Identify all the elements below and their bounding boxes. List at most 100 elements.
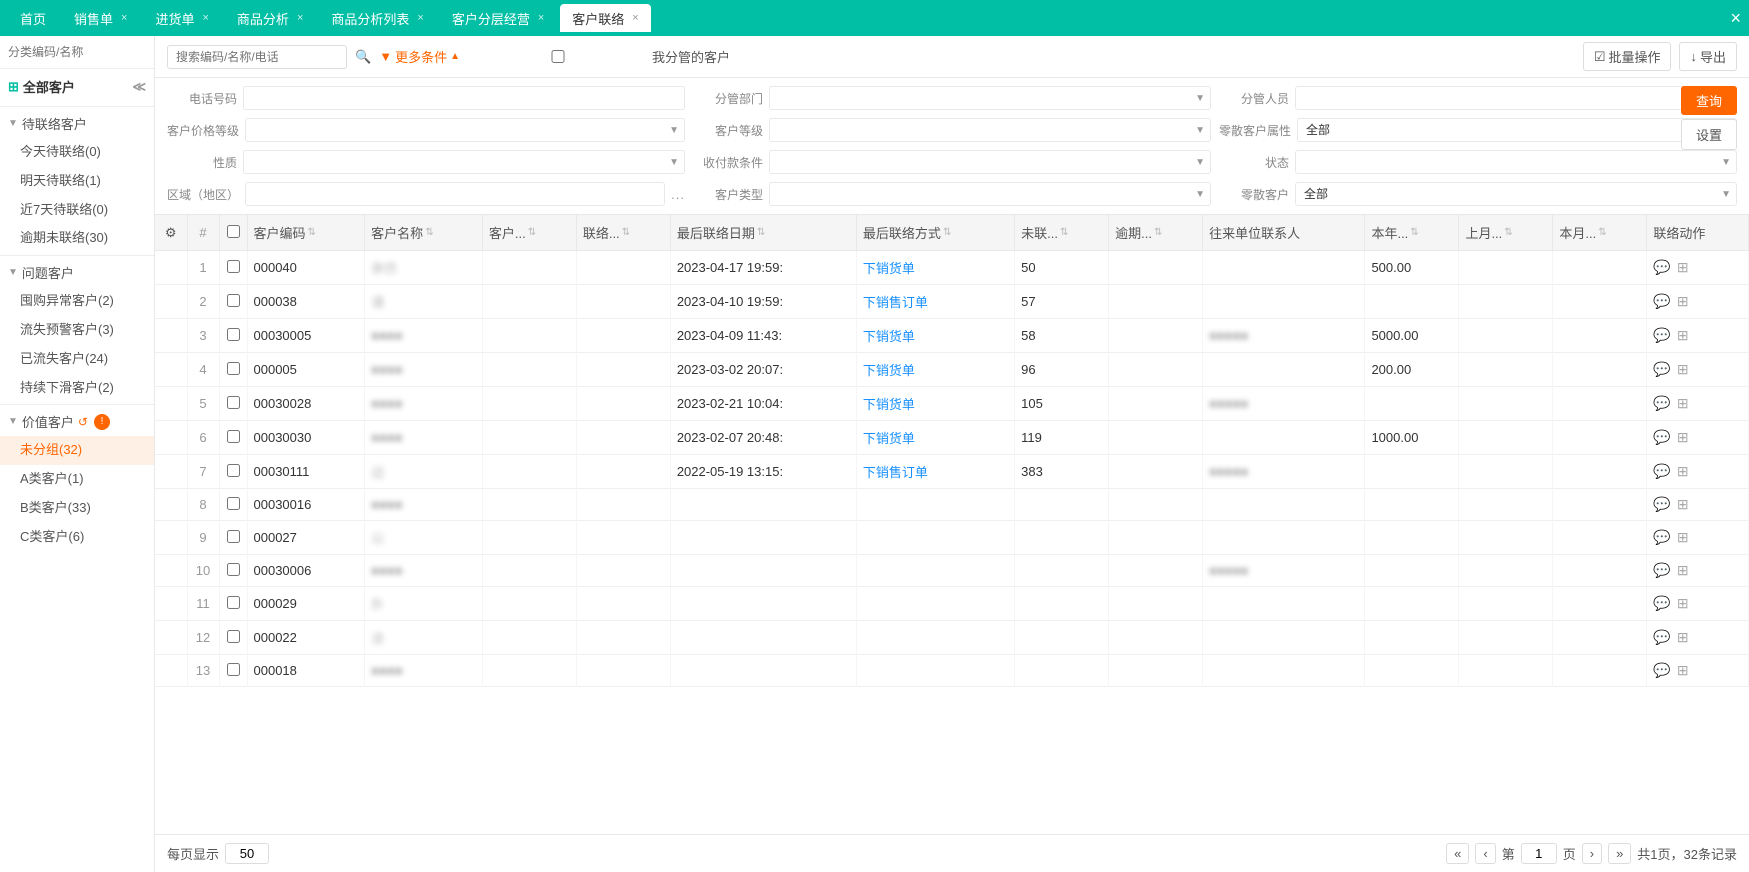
row-check-5[interactable] <box>219 421 247 455</box>
action-grid-icon-1[interactable]: ⊞ <box>1677 293 1689 310</box>
last-type-link-6[interactable]: 下销售订单 <box>863 465 928 480</box>
staff-select[interactable] <box>1295 86 1717 110</box>
customer-level-select[interactable] <box>769 118 1211 142</box>
payment-select[interactable] <box>769 150 1211 174</box>
col-settings[interactable]: ⚙ <box>155 215 187 251</box>
action-chat-icon-1[interactable]: 💬 <box>1653 293 1670 310</box>
row-checkbox-1[interactable] <box>227 294 240 307</box>
sidebar-item-class-b[interactable]: B类客户(33) <box>0 494 154 523</box>
action-grid-icon-0[interactable]: ⊞ <box>1677 259 1689 276</box>
collapse-icon[interactable]: ≪ <box>132 79 146 95</box>
row-check-12[interactable] <box>219 655 247 687</box>
row-last-type-5[interactable]: 下销货单 <box>856 421 1014 455</box>
close-purchase-icon[interactable]: × <box>202 12 208 24</box>
my-customers-checkbox[interactable]: 我分管的客户 <box>468 47 730 66</box>
tab-customer-mgr[interactable]: 客户分层经营 × <box>440 4 556 32</box>
action-chat-icon-7[interactable]: 💬 <box>1653 496 1670 513</box>
first-page-button[interactable]: « <box>1446 843 1469 864</box>
row-check-1[interactable] <box>219 285 247 319</box>
row-checkbox-8[interactable] <box>227 530 240 543</box>
phone-input[interactable] <box>243 86 685 110</box>
col-name[interactable]: 客户名称⇅ <box>365 215 483 251</box>
row-last-type-3[interactable]: 下销货单 <box>856 353 1014 387</box>
sidebar-search-input[interactable] <box>8 45 155 59</box>
batch-ops-button[interactable]: ☑ 批量操作 <box>1583 42 1672 71</box>
action-grid-icon-12[interactable]: ⊞ <box>1677 662 1689 679</box>
sidebar-item-churn-warning[interactable]: 流失预警客户(3) <box>0 316 154 345</box>
tab-sales[interactable]: 销售单 × <box>62 4 139 32</box>
sidebar-item-hoard[interactable]: 囤购异常客户(2) <box>0 287 154 316</box>
row-check-11[interactable] <box>219 621 247 655</box>
col-uncontacted[interactable]: 未联...⇅ <box>1015 215 1109 251</box>
row-checkbox-7[interactable] <box>227 497 240 510</box>
action-grid-icon-7[interactable]: ⊞ <box>1677 496 1689 513</box>
sidebar-item-class-c[interactable]: C类客户(6) <box>0 523 154 552</box>
action-chat-icon-4[interactable]: 💬 <box>1653 395 1670 412</box>
current-page-input[interactable] <box>1521 843 1557 864</box>
row-checkbox-12[interactable] <box>227 663 240 676</box>
status-select[interactable] <box>1295 150 1737 174</box>
row-check-10[interactable] <box>219 587 247 621</box>
col-last-type[interactable]: 最后联络方式⇅ <box>856 215 1014 251</box>
region-more-icon[interactable]: ... <box>671 187 685 202</box>
row-checkbox-4[interactable] <box>227 396 240 409</box>
more-filters-button[interactable]: ▼ 更多条件 ▲ <box>379 47 460 66</box>
row-checkbox-11[interactable] <box>227 630 240 643</box>
close-customer-contact-icon[interactable]: × <box>632 12 638 24</box>
row-check-3[interactable] <box>219 353 247 387</box>
last-type-link-3[interactable]: 下销货单 <box>863 363 915 378</box>
row-check-7[interactable] <box>219 489 247 521</box>
sidebar-item-declining[interactable]: 持续下滑客户(2) <box>0 374 154 403</box>
row-check-2[interactable] <box>219 319 247 353</box>
select-all-checkbox[interactable] <box>227 225 240 238</box>
action-chat-icon-5[interactable]: 💬 <box>1653 429 1670 446</box>
action-grid-icon-11[interactable]: ⊞ <box>1677 629 1689 646</box>
row-check-0[interactable] <box>219 251 247 285</box>
row-last-type-6[interactable]: 下销售订单 <box>856 455 1014 489</box>
nature-select[interactable] <box>243 150 685 174</box>
col-overdue[interactable]: 逾期...⇅ <box>1109 215 1203 251</box>
action-chat-icon-10[interactable]: 💬 <box>1653 595 1670 612</box>
export-button[interactable]: ↓ 导出 <box>1679 42 1737 71</box>
search-icon[interactable]: 🔍 <box>355 49 371 65</box>
row-last-type-0[interactable]: 下销货单 <box>856 251 1014 285</box>
action-grid-icon-3[interactable]: ⊞ <box>1677 361 1689 378</box>
refresh-icon[interactable]: ↺ <box>78 415 88 429</box>
per-page-input[interactable] <box>225 843 269 864</box>
row-checkbox-6[interactable] <box>227 464 240 477</box>
row-check-9[interactable] <box>219 555 247 587</box>
last-type-link-4[interactable]: 下销货单 <box>863 397 915 412</box>
price-level-select[interactable] <box>245 118 685 142</box>
row-checkbox-5[interactable] <box>227 430 240 443</box>
section-problem[interactable]: ▼ 问题客户 <box>0 258 154 287</box>
row-checkbox-9[interactable] <box>227 563 240 576</box>
action-grid-icon-4[interactable]: ⊞ <box>1677 395 1689 412</box>
query-button[interactable]: 查询 <box>1681 86 1737 115</box>
my-customers-check[interactable] <box>468 50 648 63</box>
sidebar-item-today[interactable]: 今天待联络(0) <box>0 138 154 167</box>
close-analysis-list-icon[interactable]: × <box>417 12 423 24</box>
row-check-6[interactable] <box>219 455 247 489</box>
row-check-8[interactable] <box>219 521 247 555</box>
prev-page-button[interactable]: ‹ <box>1475 843 1495 864</box>
action-grid-icon-2[interactable]: ⊞ <box>1677 327 1689 344</box>
sidebar-item-overdue[interactable]: 逾期未联络(30) <box>0 224 154 253</box>
tab-analysis[interactable]: 商品分析 × <box>225 4 315 32</box>
close-all-button[interactable]: × <box>1730 8 1741 29</box>
row-check-4[interactable] <box>219 387 247 421</box>
retail-select[interactable]: 全部 <box>1295 182 1737 206</box>
sidebar-item-ungroup[interactable]: 未分组(32) <box>0 436 154 465</box>
row-checkbox-0[interactable] <box>227 260 240 273</box>
retail-attr-select[interactable]: 全部 <box>1297 118 1737 142</box>
row-last-type-2[interactable]: 下销货单 <box>856 319 1014 353</box>
close-customer-mgr-icon[interactable]: × <box>538 12 544 24</box>
action-grid-icon-5[interactable]: ⊞ <box>1677 429 1689 446</box>
col-contact[interactable]: 联络...⇅ <box>576 215 670 251</box>
next-page-button[interactable]: › <box>1582 843 1602 864</box>
col-code[interactable]: 客户编码⇅ <box>247 215 365 251</box>
tab-home[interactable]: 首页 <box>8 4 58 32</box>
action-grid-icon-6[interactable]: ⊞ <box>1677 463 1689 480</box>
row-last-type-1[interactable]: 下销售订单 <box>856 285 1014 319</box>
tab-analysis-list[interactable]: 商品分析列表 × <box>319 4 435 32</box>
col-last-month[interactable]: 上月...⇅ <box>1459 215 1553 251</box>
